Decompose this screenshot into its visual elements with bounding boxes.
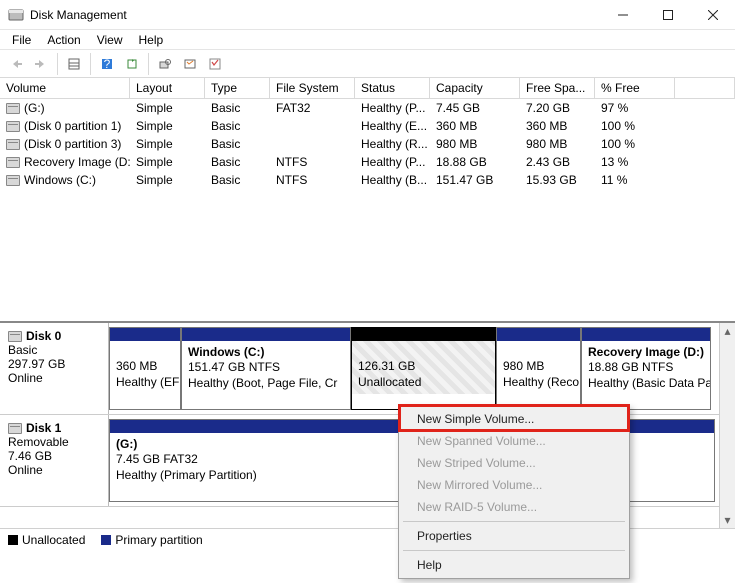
volume-row[interactable]: Windows (C:)SimpleBasicNTFSHealthy (B...… [0,171,735,189]
col-pct[interactable]: % Free [595,78,675,98]
volume-row[interactable]: (G:)SimpleBasicFAT32Healthy (P...7.45 GB… [0,99,735,117]
ctx-new-striped-volume: New Striped Volume... [401,452,627,474]
ctx-new-simple-volume[interactable]: New Simple Volume... [401,408,627,430]
ctx-new-mirrored-volume: New Mirrored Volume... [401,474,627,496]
close-button[interactable] [690,0,735,30]
context-menu: New Simple Volume... New Spanned Volume.… [398,405,630,579]
col-fs[interactable]: File System [270,78,355,98]
disk-scrollbar[interactable]: ▴ ▾ [719,323,735,528]
legend-primary-label: Primary partition [115,533,202,547]
ctx-help[interactable]: Help [401,554,627,576]
partition-windows[interactable]: Windows (C:)151.47 GB NTFSHealthy (Boot,… [181,327,351,410]
refresh-icon[interactable] [120,52,144,76]
volume-icon [6,103,20,114]
scroll-up-icon[interactable]: ▴ [720,323,735,339]
ctx-new-raid5-volume: New RAID-5 Volume... [401,496,627,518]
partition-efi[interactable]: 360 MBHealthy (EFI [109,327,181,410]
disk-row-0: Disk 0 Basic 297.97 GB Online 360 MBHeal… [0,323,719,415]
legend-primary-swatch [101,535,111,545]
window-title: Disk Management [30,8,600,22]
ctx-properties[interactable]: Properties [401,525,627,547]
volume-icon [6,175,20,186]
scroll-down-icon[interactable]: ▾ [720,512,735,528]
menu-action[interactable]: Action [39,33,88,47]
minimize-button[interactable] [600,0,645,30]
disk-info-0[interactable]: Disk 0 Basic 297.97 GB Online [0,323,109,414]
volume-icon [6,157,20,168]
volume-icon [6,121,20,132]
menu-file[interactable]: File [4,33,39,47]
volume-row[interactable]: (Disk 0 partition 3)SimpleBasicHealthy (… [0,135,735,153]
volume-row[interactable]: (Disk 0 partition 1)SimpleBasicHealthy (… [0,117,735,135]
view-list-button[interactable] [62,52,86,76]
forward-button[interactable] [29,52,53,76]
partition-recovery-image[interactable]: Recovery Image (D:)18.88 GB NTFSHealthy … [581,327,711,410]
volume-icon [6,139,20,150]
menu-view[interactable]: View [89,33,131,47]
help-button[interactable]: ? [95,52,119,76]
properties-icon[interactable] [203,52,227,76]
col-free[interactable]: Free Spa... [520,78,595,98]
legend-unallocated-swatch [8,535,18,545]
svg-text:?: ? [104,57,111,71]
ctx-new-spanned-volume: New Spanned Volume... [401,430,627,452]
menubar: File Action View Help [0,30,735,50]
col-type[interactable]: Type [205,78,270,98]
menu-help[interactable]: Help [131,33,172,47]
partition-recovery-tools[interactable]: 980 MBHealthy (Reco [496,327,581,410]
volume-row[interactable]: Recovery Image (D:)SimpleBasicNTFSHealth… [0,153,735,171]
col-capacity[interactable]: Capacity [430,78,520,98]
disk-icon [8,331,22,342]
disk-info-1[interactable]: Disk 1 Removable 7.46 GB Online [0,415,109,506]
settings-icon[interactable] [178,52,202,76]
app-icon [8,7,24,23]
titlebar: Disk Management [0,0,735,30]
maximize-button[interactable] [645,0,690,30]
partition-unallocated[interactable]: 126.31 GBUnallocated [351,327,496,410]
volume-list: Volume Layout Type File System Status Ca… [0,78,735,323]
back-button[interactable] [4,52,28,76]
volume-columns: Volume Layout Type File System Status Ca… [0,78,735,99]
disk-icon [8,423,22,434]
col-layout[interactable]: Layout [130,78,205,98]
col-volume[interactable]: Volume [0,78,130,98]
toolbar: ? [0,50,735,78]
rescan-icon[interactable] [153,52,177,76]
legend-unallocated-label: Unallocated [22,533,85,547]
col-status[interactable]: Status [355,78,430,98]
